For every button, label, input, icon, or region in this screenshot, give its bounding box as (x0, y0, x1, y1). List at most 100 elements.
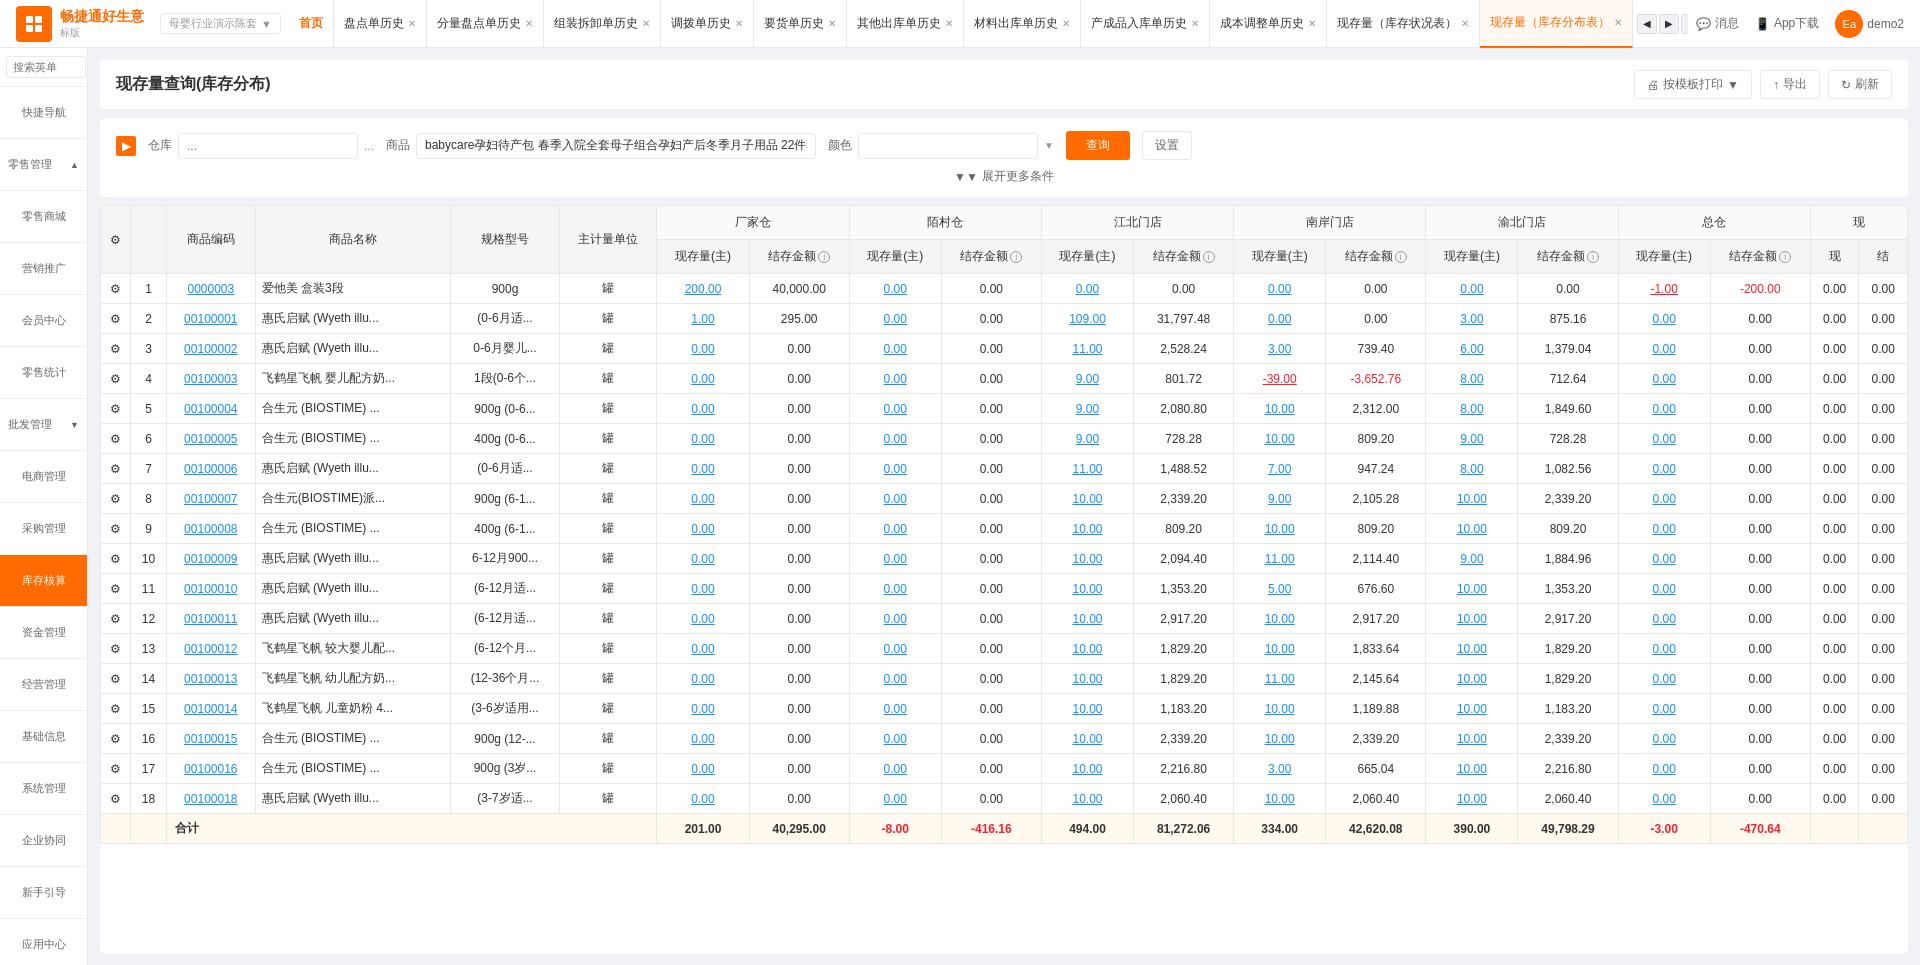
cell-jiangbei-amount: 1,488.52 (1134, 454, 1234, 484)
cell-gear[interactable]: ⚙ (101, 514, 131, 544)
close-icon[interactable]: ✕ (1461, 18, 1469, 29)
tab-branch-inventory[interactable]: 分量盘点单历史 ✕ (427, 0, 544, 48)
cell-jiangbei-stock: 10.00 (1041, 724, 1133, 754)
refresh-btn[interactable]: ↻ 刷新 (1828, 70, 1892, 99)
cell-gear[interactable]: ⚙ (101, 454, 131, 484)
expand-conditions-btn[interactable]: ▼▼ 展开更多条件 (116, 168, 1892, 185)
cell-nanan-stock: 3.00 (1234, 754, 1326, 784)
info-icon[interactable]: i (818, 251, 830, 263)
cell-mountain-stock: 0.00 (849, 544, 941, 574)
nav-prev-btn[interactable]: ◀ (1637, 14, 1657, 34)
cell-gear[interactable]: ⚙ (101, 544, 131, 574)
nav-next-btn[interactable]: ▶ (1659, 14, 1679, 34)
close-icon[interactable]: ✕ (1614, 17, 1622, 28)
sidebar-item-label: 快捷导航 (22, 105, 66, 120)
sidebar-item-wholesale[interactable]: 批发管理 ▼ (0, 399, 87, 451)
info-icon[interactable]: i (1779, 251, 1791, 263)
color-input[interactable] (858, 133, 1038, 159)
message-btn[interactable]: 💬 消息 (1696, 15, 1739, 32)
tab-transfer[interactable]: 调拨单历史 ✕ (661, 0, 754, 48)
sidebar-item-member[interactable]: 会员中心 (0, 295, 87, 347)
industry-selector[interactable]: 母婴行业演示陈套 ▼ (160, 13, 281, 34)
cell-gear[interactable]: ⚙ (101, 304, 131, 334)
tab-home[interactable]: 首页 (289, 0, 334, 48)
user-area[interactable]: Ea demo2 (1835, 10, 1904, 38)
setting-btn[interactable]: 设置 (1142, 131, 1192, 160)
tab-material-out[interactable]: 材料出库单历史 ✕ (964, 0, 1081, 48)
info-icon[interactable]: i (1203, 251, 1215, 263)
tab-other-out[interactable]: 其他出库单历史 ✕ (847, 0, 964, 48)
tab-stock-status[interactable]: 现存量（库存状况表） ✕ (1327, 0, 1480, 48)
tab-inventory-check[interactable]: 盘点单历史 ✕ (334, 0, 427, 48)
close-icon[interactable]: ✕ (525, 18, 533, 29)
cell-yubei-amount: 728.28 (1518, 424, 1618, 454)
close-icon[interactable]: ✕ (1062, 18, 1070, 29)
sidebar-item-retail-mgmt[interactable]: 零售管理 ▲ (0, 139, 87, 191)
tab-disassemble[interactable]: 组装拆卸单历史 ✕ (544, 0, 661, 48)
cell-gear[interactable]: ⚙ (101, 334, 131, 364)
tab-product-in[interactable]: 产成品入库单历史 ✕ (1081, 0, 1210, 48)
cell-gear[interactable]: ⚙ (101, 754, 131, 784)
tab-stock-dist[interactable]: 现存量（库存分布表） ✕ (1480, 0, 1633, 48)
cell-gear[interactable]: ⚙ (101, 604, 131, 634)
cell-gear[interactable]: ⚙ (101, 274, 131, 304)
info-icon[interactable]: i (1010, 251, 1022, 263)
sidebar-search-input[interactable] (6, 56, 86, 78)
close-icon[interactable]: ✕ (408, 18, 416, 29)
col-product-name: 商品名称 (255, 206, 450, 274)
query-btn[interactable]: 查询 (1066, 131, 1130, 160)
close-icon[interactable]: ✕ (828, 18, 836, 29)
cell-gear[interactable]: ⚙ (101, 394, 131, 424)
nav-close-all-btn[interactable]: ✕ (1681, 14, 1688, 34)
search-toggle-btn[interactable]: ▶ (116, 136, 136, 156)
app-download-btn[interactable]: 📱 App下载 (1755, 15, 1819, 32)
close-icon[interactable]: ✕ (945, 18, 953, 29)
sidebar-item-app-center[interactable]: 应用中心 (0, 919, 87, 965)
close-icon[interactable]: ✕ (735, 18, 743, 29)
close-icon[interactable]: ✕ (1191, 18, 1199, 29)
cell-extra-amount: 0.00 (1859, 604, 1908, 634)
cell-gear[interactable]: ⚙ (101, 574, 131, 604)
cell-gear[interactable]: ⚙ (101, 724, 131, 754)
sidebar-item-purchase[interactable]: 采购管理 (0, 503, 87, 555)
sidebar-item-ecommerce[interactable]: 电商管理 (0, 451, 87, 503)
cell-gear[interactable]: ⚙ (101, 484, 131, 514)
sidebar-item-marketing[interactable]: 营销推广 (0, 243, 87, 295)
export-icon: ↑ (1773, 78, 1779, 92)
sidebar-item-retail-shop[interactable]: 零售商城 (0, 191, 87, 243)
cell-gear[interactable]: ⚙ (101, 784, 131, 814)
sidebar-item-finance[interactable]: 资金管理 (0, 607, 87, 659)
cell-gear[interactable]: ⚙ (101, 664, 131, 694)
table-scroll[interactable]: ⚙ 商品编码 商品名称 规格型号 主计量单位 厂家仓 陌村仓 江北门店 南岸门店… (100, 205, 1908, 953)
cell-gear[interactable]: ⚙ (101, 364, 131, 394)
close-icon[interactable]: ✕ (642, 18, 650, 29)
sidebar-item-retail-stats[interactable]: 零售统计 (0, 347, 87, 399)
sidebar-item-label: 库存核算 (22, 573, 66, 588)
cell-total-amount: 0.00 (1710, 574, 1810, 604)
close-icon[interactable]: ✕ (1308, 18, 1316, 29)
table-row: ⚙ 5 00100004 合生元 (BIOSTIME) ... 900g (0-… (101, 394, 1908, 424)
sidebar-item-ops-mgmt[interactable]: 经营管理 (0, 659, 87, 711)
cell-gear[interactable]: ⚙ (101, 634, 131, 664)
sidebar-item-system[interactable]: 系统管理 (0, 763, 87, 815)
export-btn[interactable]: ↑ 导出 (1760, 70, 1820, 99)
industry-label: 母婴行业演示陈套 (169, 16, 257, 31)
sidebar-item-quick-nav[interactable]: 快捷导航 (0, 87, 87, 139)
info-icon[interactable]: i (1395, 251, 1407, 263)
sidebar-item-guide[interactable]: 新手引导 (0, 867, 87, 919)
sidebar-item-stock[interactable]: 库存核算 (0, 555, 87, 607)
product-input[interactable] (416, 133, 816, 159)
cell-jiangbei-amount: 1,829.20 (1134, 664, 1234, 694)
sidebar-item-corp-coop[interactable]: 企业协同 (0, 815, 87, 867)
print-btn[interactable]: 🖨 按模板打印 ▼ (1634, 70, 1752, 99)
warehouse-input[interactable] (178, 133, 358, 159)
sidebar-item-basic-info[interactable]: 基础信息 (0, 711, 87, 763)
tab-order-history[interactable]: 要货单历史 ✕ (754, 0, 847, 48)
tab-cost-adjust[interactable]: 成本调整单历史 ✕ (1210, 0, 1327, 48)
cell-gear[interactable]: ⚙ (101, 694, 131, 724)
info-icon[interactable]: i (1587, 251, 1599, 263)
cell-total-amount: 0.00 (1710, 634, 1810, 664)
cell-gear[interactable]: ⚙ (101, 424, 131, 454)
cell-extra-stock: 0.00 (1810, 334, 1859, 364)
product-label: 商品 (386, 137, 410, 154)
